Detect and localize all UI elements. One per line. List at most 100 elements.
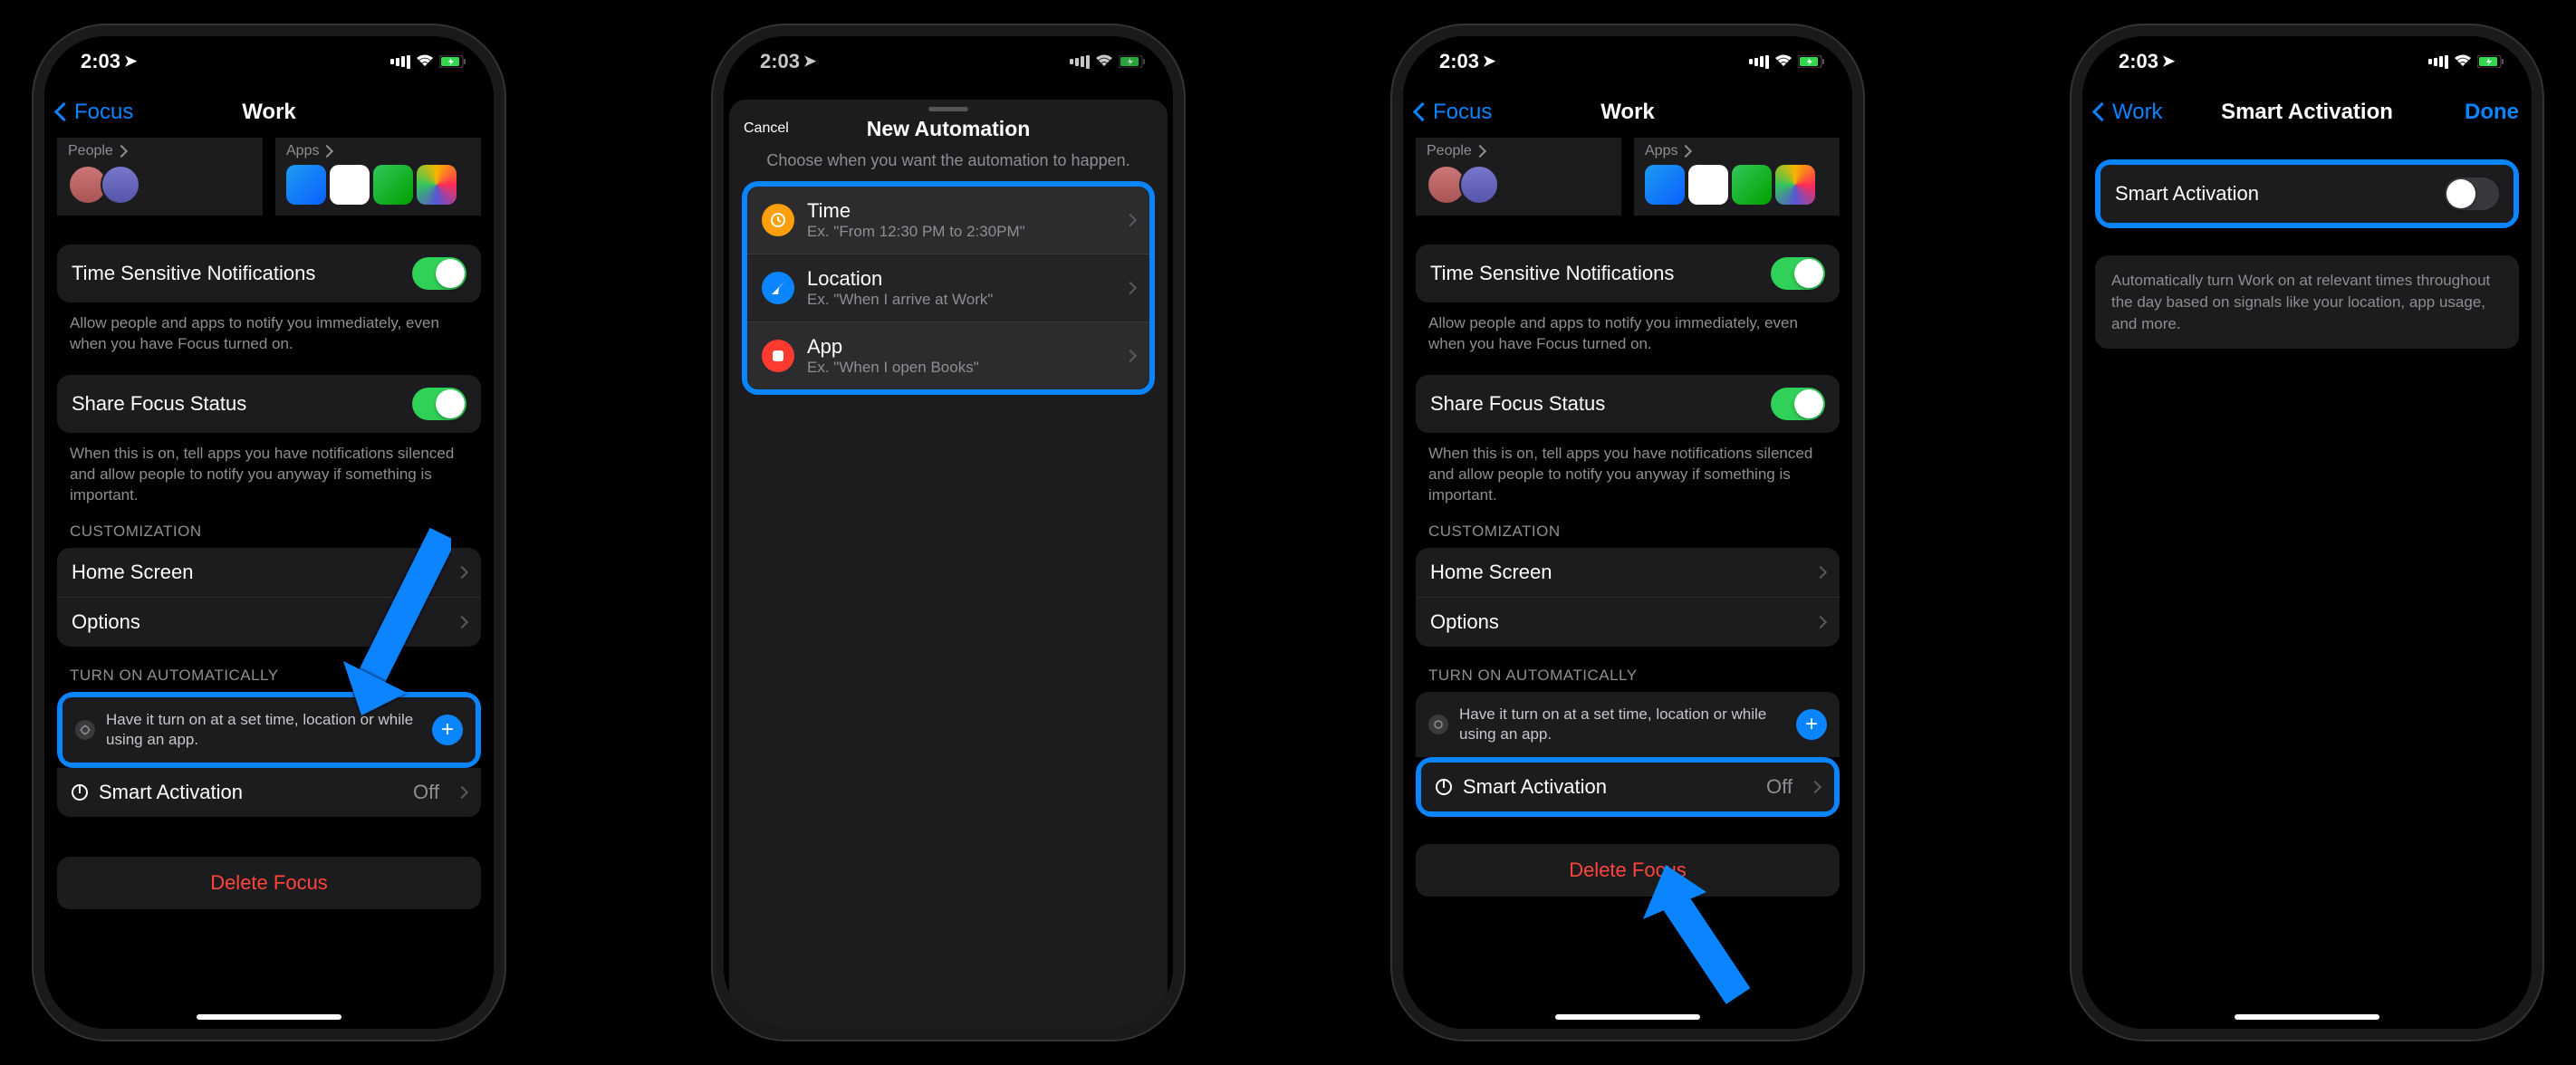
options-row[interactable]: Options [1416, 598, 1840, 647]
chevron-right-icon [1474, 145, 1486, 158]
smart-activation-row[interactable]: Smart Activation Off [1421, 763, 1834, 811]
home-indicator[interactable] [197, 1014, 341, 1020]
allowed-people[interactable]: People [57, 138, 263, 216]
share-status-footer: When this is on, tell apps you have noti… [57, 437, 481, 506]
allowed-apps[interactable]: Apps [275, 138, 481, 216]
auto-desc: Have it turn on at a set time, location … [1459, 705, 1785, 744]
people-label: People [1427, 143, 1472, 159]
share-status-toggle[interactable] [1771, 388, 1825, 420]
avatar [101, 165, 140, 205]
time-label: 2:03 [81, 50, 120, 73]
time-sensitive-toggle[interactable] [1771, 257, 1825, 290]
chevron-right-icon [456, 616, 468, 628]
app-title: App [807, 335, 1113, 359]
app-sub: Ex. "When I open Books" [807, 359, 1113, 377]
sheet-desc: Choose when you want the automation to h… [742, 146, 1155, 181]
smart-activation-toggle-row: Smart Activation [2100, 165, 2514, 223]
power-icon [1436, 779, 1452, 795]
back-button[interactable]: Focus [1416, 100, 1492, 125]
chevron-right-icon [321, 145, 333, 158]
back-button[interactable]: Focus [57, 100, 133, 125]
chevron-right-icon [456, 786, 468, 799]
smart-activation-label: Smart Activation [1463, 775, 1607, 799]
app-icon [286, 165, 326, 205]
location-arrow-icon: ➤ [2162, 53, 2175, 71]
apps-label: Apps [1645, 143, 1677, 159]
location-sub: Ex. "When I arrive at Work" [807, 291, 1113, 309]
notch [174, 36, 364, 71]
chevron-right-icon [1124, 350, 1137, 362]
time-sensitive-label: Time Sensitive Notifications [1430, 262, 1674, 285]
battery-icon [2477, 50, 2504, 73]
options-row[interactable]: Options [57, 598, 481, 647]
home-indicator[interactable] [1555, 1014, 1700, 1020]
home-screen-label: Home Screen [1430, 561, 1552, 584]
allowed-apps[interactable]: Apps [1634, 138, 1840, 216]
auto-label: TURN ON AUTOMATICALLY [1416, 650, 1840, 692]
smart-activation-row[interactable]: Smart Activation Off [57, 768, 481, 817]
time-sensitive-toggle[interactable] [412, 257, 466, 290]
auto-desc: Have it turn on at a set time, location … [106, 710, 421, 750]
add-automation-row[interactable]: Have it turn on at a set time, location … [1416, 692, 1840, 757]
done-button[interactable]: Done [2465, 100, 2519, 125]
phone-smart-activation: 2:03➤ Work Smart Activation Done Smart A… [2071, 25, 2542, 1040]
automation-location-row[interactable]: Location Ex. "When I arrive at Work" [747, 254, 1149, 322]
share-status-toggle[interactable] [412, 388, 466, 420]
delete-focus-button[interactable]: Delete Focus [57, 857, 481, 909]
add-icon[interactable]: + [1796, 709, 1827, 740]
chevron-right-icon [1679, 145, 1692, 158]
share-status-label: Share Focus Status [1430, 392, 1605, 416]
add-automation-row[interactable]: Have it turn on at a set time, location … [62, 697, 476, 763]
add-icon[interactable]: + [432, 715, 463, 745]
delete-focus-button[interactable]: Delete Focus [1416, 844, 1840, 897]
battery-icon [1798, 50, 1825, 73]
apps-label: Apps [286, 143, 319, 159]
time-sub: Ex. "From 12:30 PM to 2:30PM" [807, 223, 1113, 241]
home-screen-row[interactable]: Home Screen [57, 548, 481, 598]
wifi-icon [2454, 50, 2472, 73]
home-screen-row[interactable]: Home Screen [1416, 548, 1840, 598]
avatar [1459, 165, 1499, 205]
allowed-people[interactable]: People [1416, 138, 1621, 216]
smart-activation-toggle[interactable] [2445, 178, 2499, 210]
location-arrow-icon: ➤ [1483, 53, 1495, 71]
smart-activation-label: Smart Activation [99, 781, 243, 804]
chevron-right-icon [1124, 214, 1137, 226]
notch [853, 36, 1043, 71]
chevron-right-icon [1814, 566, 1827, 579]
power-icon [72, 784, 88, 801]
automation-time-row[interactable]: Time Ex. "From 12:30 PM to 2:30PM" [747, 187, 1149, 254]
app-icon [417, 165, 457, 205]
customization-label: CUSTOMIZATION [1416, 506, 1840, 548]
time-sensitive-label: Time Sensitive Notifications [72, 262, 315, 285]
automation-app-row[interactable]: App Ex. "When I open Books" [747, 322, 1149, 389]
share-status-row: Share Focus Status [57, 375, 481, 433]
back-button[interactable]: Work [2095, 100, 2163, 125]
app-icon [373, 165, 413, 205]
battery-icon [439, 50, 466, 73]
share-status-label: Share Focus Status [72, 392, 246, 416]
home-indicator[interactable] [2235, 1014, 2379, 1020]
app-icon [330, 165, 370, 205]
signal-icon [1747, 55, 1769, 69]
signal-icon [389, 55, 410, 69]
app-icon [1688, 165, 1728, 205]
back-label: Focus [1433, 100, 1492, 125]
back-label: Focus [74, 100, 133, 125]
chevron-right-icon [1124, 282, 1137, 294]
sheet-title: New Automation [729, 117, 1168, 141]
time-sensitive-footer: Allow people and apps to notify you imme… [1416, 306, 1840, 355]
app-icon [1775, 165, 1815, 205]
customization-label: CUSTOMIZATION [57, 506, 481, 548]
time-sensitive-row: Time Sensitive Notifications [1416, 245, 1840, 302]
back-label: Work [2112, 100, 2163, 125]
chevron-right-icon [115, 145, 128, 158]
chevron-left-icon [2095, 100, 2109, 125]
time-sensitive-row: Time Sensitive Notifications [57, 245, 481, 302]
people-label: People [68, 143, 113, 159]
notch [2212, 36, 2402, 71]
notch [1533, 36, 1723, 71]
auto-label: TURN ON AUTOMATICALLY [57, 650, 481, 692]
location-icon [762, 272, 794, 304]
app-icon [1645, 165, 1685, 205]
